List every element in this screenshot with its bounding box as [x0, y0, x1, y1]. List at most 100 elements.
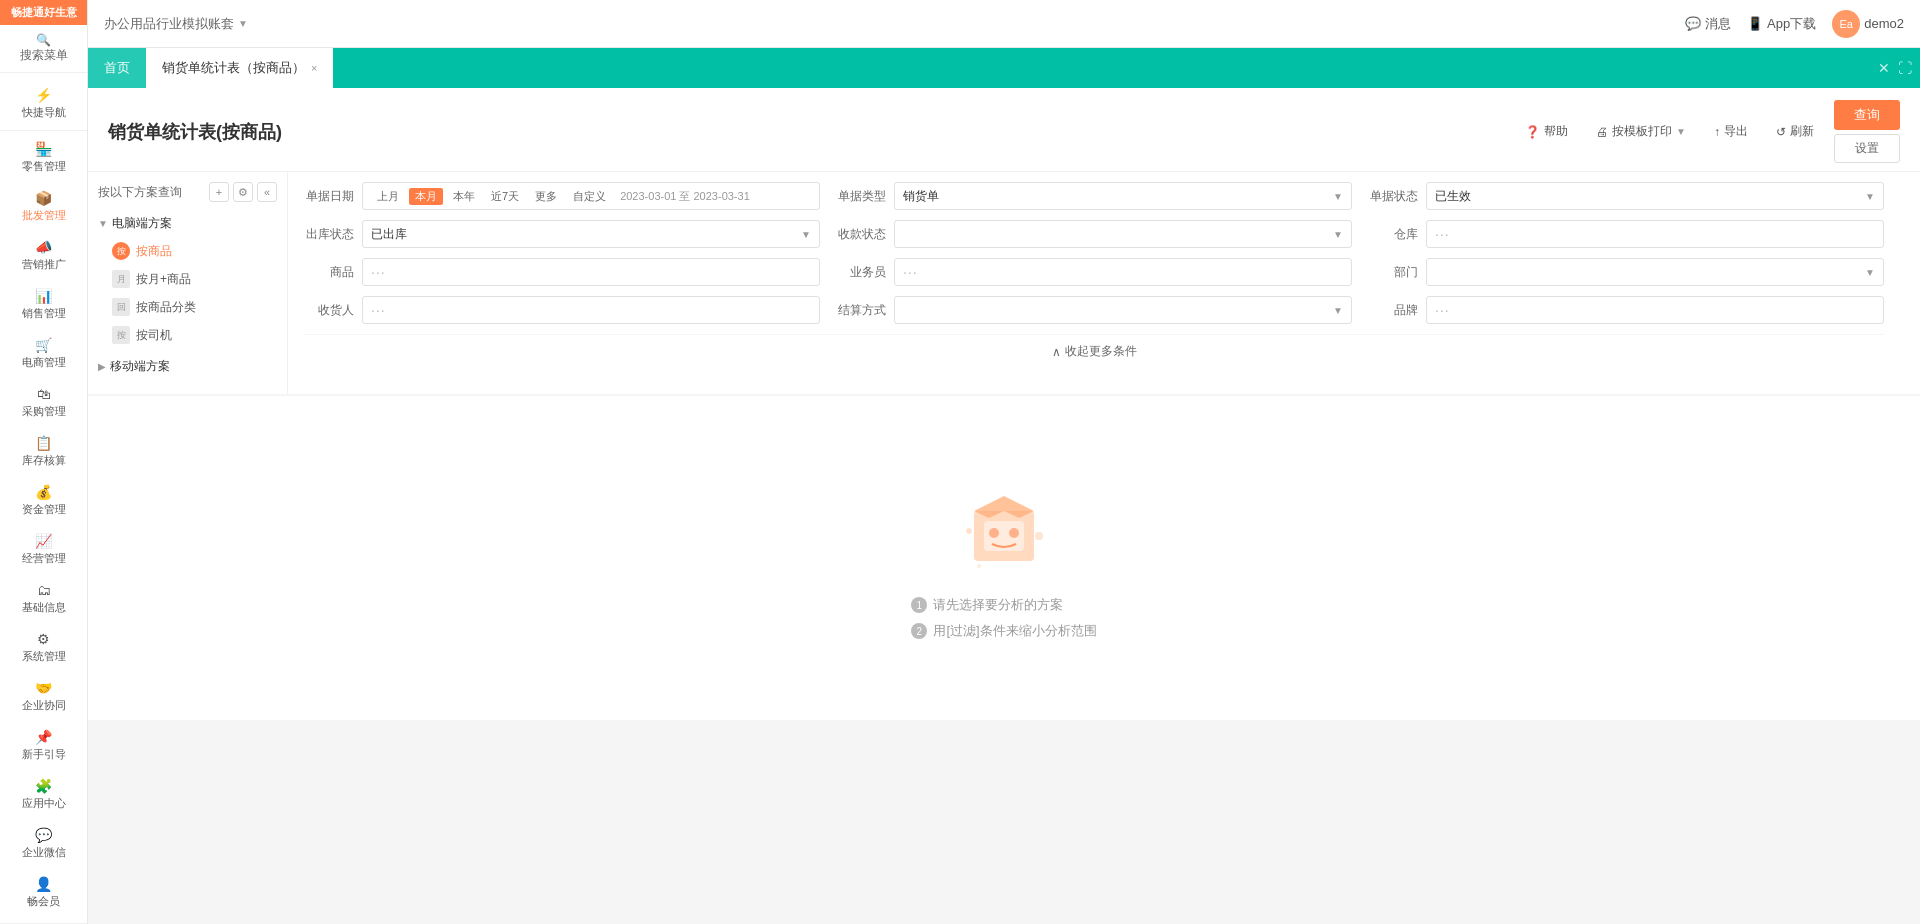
warehouse-control[interactable]: ···	[1426, 220, 1884, 248]
salesperson-dots-icon[interactable]: ···	[903, 264, 918, 280]
doc-status-control[interactable]: 已生效 ▼	[1426, 182, 1884, 210]
tip-num-1: 1	[911, 597, 927, 613]
filter-row-1: 单据日期 上月 本月 本年 近7天 更多 自定义 2023-03-01 至 20…	[304, 182, 1884, 210]
tree-mobile-chevron-icon: ▶	[98, 361, 106, 372]
sidebar-item-finance[interactable]: 💰 资金管理	[0, 476, 87, 525]
finance-icon: 💰	[35, 484, 52, 500]
warehouse-status-control[interactable]: 已出库 ▼	[362, 220, 820, 248]
department-control[interactable]: ▼	[1426, 258, 1884, 286]
date-last-month[interactable]: 上月	[371, 188, 405, 205]
empty-tip-1: 1 请先选择要分析的方案	[911, 596, 1096, 614]
collapse-button[interactable]: ∧ 收起更多条件	[1052, 343, 1137, 360]
warehouse-dots-icon[interactable]: ···	[1435, 226, 1450, 242]
settlement-label: 结算方式	[836, 302, 886, 319]
date-last-7[interactable]: 近7天	[485, 188, 525, 205]
settings-button[interactable]: 设置	[1834, 134, 1900, 163]
goods-dots-icon[interactable]: ···	[371, 264, 386, 280]
sidebar-item-basic-info[interactable]: 🗂 基础信息	[0, 574, 87, 623]
export-button[interactable]: ↑ 导出	[1706, 119, 1756, 144]
help-button[interactable]: ❓ 帮助	[1517, 119, 1576, 144]
receiver-control[interactable]: ···	[362, 296, 820, 324]
receiver-label: 收货人	[304, 302, 354, 319]
receiver-dots-icon[interactable]: ···	[371, 302, 386, 318]
sidebar-item-wholesale[interactable]: 📦 批发管理	[0, 182, 87, 231]
sidebar-item-quick-nav[interactable]: ⚡ 快捷导航	[0, 79, 87, 128]
wholesale-icon: 📦	[35, 190, 52, 206]
sidebar-item-app-center[interactable]: 🧩 应用中心	[0, 770, 87, 819]
tree-by-goods[interactable]: 按 按商品	[88, 237, 287, 265]
sidebar-item-retail[interactable]: 🏪 零售管理	[0, 133, 87, 182]
tree-desktop-parent[interactable]: ▼ 电脑端方案	[88, 210, 287, 237]
messages-label: 消息	[1705, 15, 1731, 33]
tree-by-driver[interactable]: 按 按司机	[88, 321, 287, 349]
date-this-month[interactable]: 本月	[409, 188, 443, 205]
settlement-control[interactable]: ▼	[894, 296, 1352, 324]
tab-close-icon[interactable]: ×	[311, 62, 317, 74]
sidebar-item-enterprise[interactable]: 🤝 企业协同	[0, 672, 87, 721]
industry-selector[interactable]: 办公用品行业模拟账套 ▼	[104, 15, 248, 33]
sidebar-item-member[interactable]: 👤 畅会员	[0, 868, 87, 917]
sidebar-item-purchase[interactable]: 🛍 采购管理	[0, 378, 87, 427]
goods-control[interactable]: ···	[362, 258, 820, 286]
sales-icon: 📊	[35, 288, 52, 304]
tab-sales-stats[interactable]: 销货单统计表（按商品） ×	[146, 48, 333, 88]
collapse-scheme-button[interactable]: «	[257, 182, 277, 202]
tree-mobile-section: ▶ 移动端方案	[88, 353, 287, 384]
sidebar-item-search[interactable]: 🔍 搜索菜单	[0, 25, 87, 73]
add-scheme-button[interactable]: +	[209, 182, 229, 202]
tree-by-driver-icon: 按	[112, 326, 130, 344]
sidebar-item-marketing[interactable]: 📣 营销推广	[0, 231, 87, 280]
window-close-icon[interactable]: ✕	[1878, 60, 1890, 76]
messages-button[interactable]: 💬 消息	[1685, 15, 1731, 33]
date-more[interactable]: 更多	[529, 188, 563, 205]
date-range-text: 2023-03-01 至 2023-03-31	[620, 189, 750, 204]
salesperson-control[interactable]: ···	[894, 258, 1352, 286]
payment-status-label: 收款状态	[836, 226, 886, 243]
date-this-year[interactable]: 本年	[447, 188, 481, 205]
print-button[interactable]: 🖨 按模板打印 ▼	[1588, 119, 1694, 144]
query-button[interactable]: 查询	[1834, 100, 1900, 130]
user-menu[interactable]: Ea demo2	[1832, 10, 1904, 38]
brand-dots-icon[interactable]: ···	[1435, 302, 1450, 318]
tree-by-category[interactable]: 回 按商品分类	[88, 293, 287, 321]
tab-home[interactable]: 首页	[88, 48, 146, 88]
sidebar-item-ecommerce[interactable]: 🛒 电商管理	[0, 329, 87, 378]
sidebar-item-inventory[interactable]: 📋 库存核算	[0, 427, 87, 476]
sidebar-item-system[interactable]: ⚙ 系统管理	[0, 623, 87, 672]
settings-scheme-button[interactable]: ⚙	[233, 182, 253, 202]
sidebar-item-sales[interactable]: 📊 销售管理	[0, 280, 87, 329]
settlement-field: 结算方式 ▼	[836, 296, 1352, 324]
empty-illustration	[954, 476, 1054, 576]
doc-type-control[interactable]: 销货单 ▼	[894, 182, 1352, 210]
scheme-header: 按以下方案查询 + ⚙ «	[88, 182, 287, 210]
brand-label: 品牌	[1368, 302, 1418, 319]
tab-bar-actions: ✕ ⛶	[1878, 48, 1920, 88]
date-control[interactable]: 上月 本月 本年 近7天 更多 自定义 2023-03-01 至 2023-03…	[362, 182, 820, 210]
refresh-button[interactable]: ↺ 刷新	[1768, 119, 1822, 144]
brand-control[interactable]: ···	[1426, 296, 1884, 324]
sidebar-item-guide[interactable]: 📌 新手引导	[0, 721, 87, 770]
date-custom[interactable]: 自定义	[567, 188, 612, 205]
payment-status-control[interactable]: ▼	[894, 220, 1352, 248]
sidebar-item-operations[interactable]: 📈 经营管理	[0, 525, 87, 574]
empty-tip-2: 2 用[过滤]条件来缩小分析范围	[911, 622, 1096, 640]
goods-field: 商品 ···	[304, 258, 820, 286]
help-label: 帮助	[1544, 123, 1568, 140]
guide-icon: 📌	[35, 729, 52, 745]
top-header: 办公用品行业模拟账套 ▼ 💬 消息 📱 App下载 Ea demo2	[88, 0, 1920, 48]
print-icon: 🖨	[1596, 125, 1608, 139]
sidebar-item-wechat-work[interactable]: 💬 企业微信	[0, 819, 87, 868]
tree-mobile-parent[interactable]: ▶ 移动端方案	[88, 353, 287, 380]
refresh-label: 刷新	[1790, 123, 1814, 140]
sidebar-divider	[0, 130, 87, 131]
empty-tips: 1 请先选择要分析的方案 2 用[过滤]条件来缩小分析范围	[911, 596, 1096, 640]
filter-panel: 按以下方案查询 + ⚙ «	[88, 172, 1920, 394]
operations-icon: 📈	[35, 533, 52, 549]
collapse-label: 收起更多条件	[1065, 343, 1137, 360]
window-maximize-icon[interactable]: ⛶	[1898, 60, 1912, 76]
avatar: Ea	[1832, 10, 1860, 38]
tree-by-month-goods[interactable]: 月 按月+商品	[88, 265, 287, 293]
tip-text-2: 用[过滤]条件来缩小分析范围	[933, 622, 1096, 640]
department-arrow-icon: ▼	[1865, 267, 1875, 278]
app-download-button[interactable]: 📱 App下载	[1747, 15, 1816, 33]
